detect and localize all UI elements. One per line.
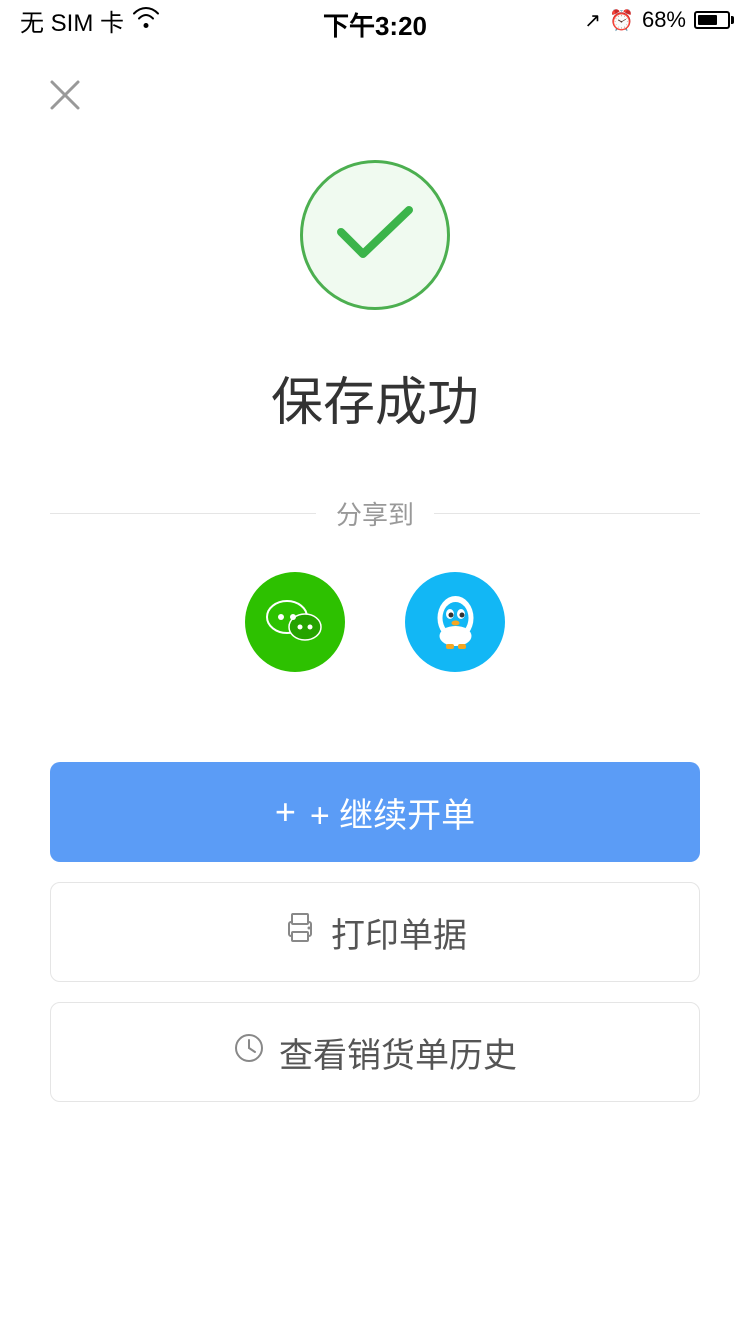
share-label: 分享到 <box>336 495 414 532</box>
share-divider: 分享到 <box>50 495 700 532</box>
qq-share-button[interactable] <box>405 572 505 672</box>
carrier-text: 无 SIM 卡 <box>20 3 124 38</box>
history-button[interactable]: 查看销货单历史 <box>50 1002 700 1102</box>
alarm-icon: ⏰ <box>609 8 634 33</box>
plus-icon: + <box>275 791 296 833</box>
time-display: 下午3:20 <box>323 6 427 43</box>
continue-label: + 继续开单 <box>306 788 475 837</box>
wechat-share-button[interactable] <box>245 572 345 672</box>
continue-button[interactable]: + + 继续开单 <box>50 762 700 862</box>
divider-left <box>50 513 316 514</box>
print-label: 打印单据 <box>331 908 467 957</box>
clock-icon <box>233 1032 265 1073</box>
action-buttons: + + 继续开单 打印单据 查看销货单 <box>50 732 700 1122</box>
wifi-icon <box>132 6 160 35</box>
history-label: 查看销货单历史 <box>279 1028 517 1077</box>
battery-percent: 68% <box>642 7 686 33</box>
main-content: 保存成功 分享到 <box>0 130 750 1122</box>
close-button[interactable] <box>40 70 90 120</box>
location-icon: ↗ <box>584 8 601 33</box>
printer-icon <box>283 912 317 953</box>
print-button[interactable]: 打印单据 <box>50 882 700 982</box>
checkmark-icon <box>335 195 415 275</box>
share-icons <box>245 572 505 672</box>
status-right: ↗ ⏰ 68% <box>584 7 730 33</box>
close-area <box>0 40 750 130</box>
status-left: 无 SIM 卡 <box>20 3 160 38</box>
status-bar: 无 SIM 卡 下午3:20 ↗ ⏰ 68% <box>0 0 750 40</box>
success-circle <box>300 160 450 310</box>
divider-right <box>434 513 700 514</box>
success-title: 保存成功 <box>271 360 479 435</box>
battery-icon <box>694 11 730 29</box>
